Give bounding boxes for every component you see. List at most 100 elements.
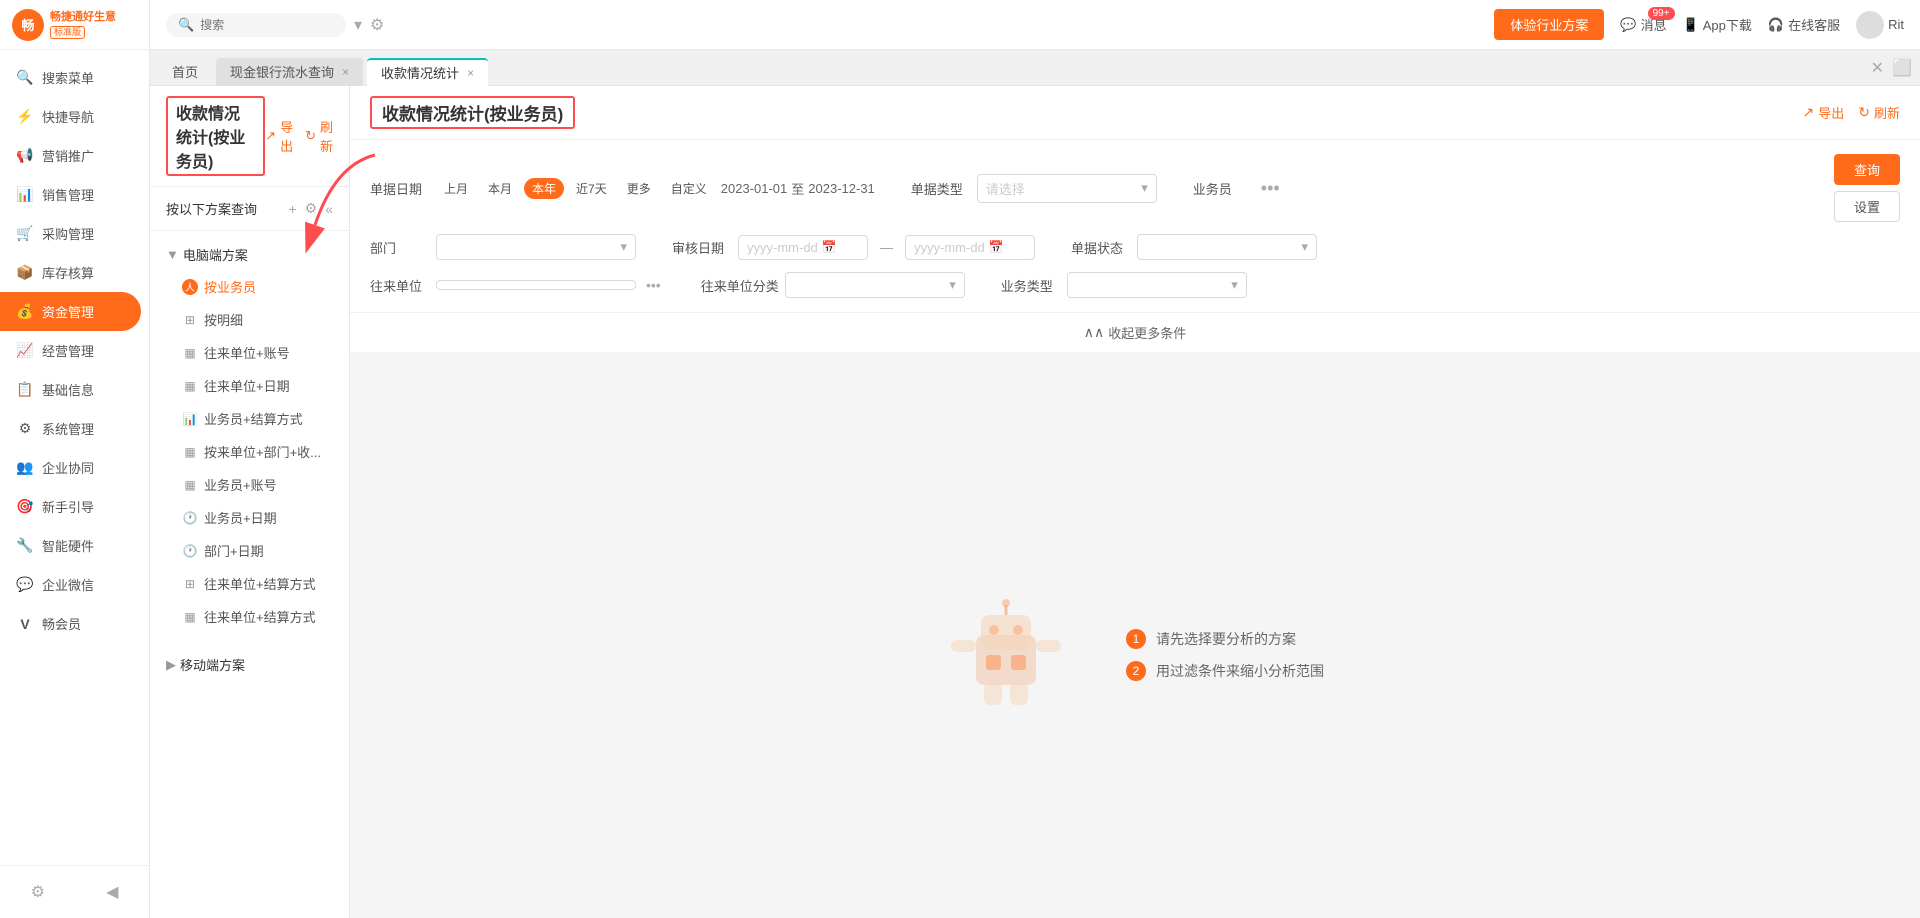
sidebar-item-wechat[interactable]: 💬 企业微信	[0, 565, 149, 604]
app-download-item[interactable]: 📱 App下载	[1683, 15, 1752, 34]
tab-bank-close[interactable]: ×	[342, 65, 349, 79]
biz-type-select[interactable]: ▾	[1067, 272, 1247, 298]
date-tab-this-month[interactable]: 本月	[480, 178, 520, 199]
sidebar-item-marketing[interactable]: 📢 营销推广	[0, 136, 149, 175]
tab-bar: 首页 现金银行流水查询 × 收款情况统计 × ✕ ⬜	[150, 50, 1920, 86]
date-tab-more[interactable]: 更多	[619, 178, 659, 199]
query-btn[interactable]: 查询	[1834, 154, 1900, 185]
scheme-item-dept-date[interactable]: 🕐 部门+日期	[150, 534, 349, 567]
sidebar-item-hardware[interactable]: 🔧 智能硬件	[0, 526, 149, 565]
date-tab-last-month[interactable]: 上月	[436, 178, 476, 199]
promo-btn[interactable]: 体验行业方案	[1494, 9, 1604, 40]
review-date-end[interactable]: yyyy-mm-dd 📅	[905, 235, 1035, 260]
sidebar-item-label: 畅会员	[42, 614, 81, 633]
app-download-label: App下载	[1703, 15, 1752, 34]
panel-header: 按以下方案查询 + ⚙ «	[150, 187, 349, 231]
scheme-item-customer-account[interactable]: ▦ 往来单位+账号	[150, 336, 349, 369]
scheme-item-by-customer-dept[interactable]: ▦ 按来单位+部门+收...	[150, 435, 349, 468]
sidebar-item-purchase[interactable]: 🛒 采购管理	[0, 214, 149, 253]
sidebar-item-inventory[interactable]: 📦 库存核算	[0, 253, 149, 292]
right-page-header: 收款情况统计(按业务员) ↗ 导出 ↻ 刷新	[350, 86, 1920, 140]
scheme-item-salesman-account[interactable]: ▦ 业务员+账号	[150, 468, 349, 501]
scheme-item-customer-settle2[interactable]: ▦ 往来单位+结算方式	[150, 600, 349, 633]
date-tab-7days[interactable]: 近7天	[568, 178, 615, 199]
scheme-settings-icon[interactable]: ⚙	[305, 200, 318, 217]
filter-row-3: 往来单位 ••• 往来单位分类 ▾ 业务类型	[370, 272, 1900, 298]
hardware-icon: 🔧	[16, 537, 34, 555]
date-range: 2023-01-01 至 2023-12-31	[721, 179, 875, 198]
sidebar-item-guide[interactable]: 🎯 新手引导	[0, 487, 149, 526]
scheme-item-by-salesman[interactable]: 人 按业务员	[150, 270, 349, 303]
dept-label: 部门	[370, 238, 430, 257]
record-type-select[interactable]: 请选择 ▾	[977, 174, 1157, 203]
category-dropdown-icon: ▾	[949, 277, 956, 293]
logo-badge: 标准版	[50, 26, 85, 40]
calendar-icon2: 📅	[989, 240, 1004, 254]
clock-icon: 🕐	[182, 510, 198, 526]
sidebar-item-finance[interactable]: 💰 资金管理	[0, 292, 141, 331]
user-item[interactable]: Rit	[1856, 11, 1904, 39]
collapse-panel-icon[interactable]: «	[325, 201, 333, 217]
sidebar-item-search[interactable]: 🔍 搜索菜单	[0, 58, 149, 97]
settings-bottom-icon[interactable]: ⚙	[25, 876, 51, 908]
page-title-highlight: 收款情况统计(按业务员)	[370, 96, 575, 129]
sidebar-bottom: ⚙ ◀	[0, 865, 149, 918]
sidebar-item-shortcut[interactable]: ⚡ 快捷导航	[0, 97, 149, 136]
date-tab-this-year[interactable]: 本年	[524, 178, 564, 199]
date-separator: —	[880, 240, 893, 255]
dept-select[interactable]: ▾	[436, 234, 636, 260]
setting-btn[interactable]: 设置	[1834, 191, 1900, 222]
search-icon: 🔍	[16, 69, 34, 87]
collapse-sidebar-icon[interactable]: ◀	[100, 876, 124, 908]
export-btn[interactable]: ↗ 导出	[265, 117, 293, 155]
table-icon: ▦	[182, 345, 198, 361]
notification-item[interactable]: 💬 消息 99+	[1620, 15, 1666, 34]
scheme-item-salesman-settle[interactable]: 📊 业务员+结算方式	[150, 402, 349, 435]
maximize-icon[interactable]: ⬜	[1892, 58, 1912, 78]
salesman-more-icon[interactable]: •••	[1261, 178, 1280, 199]
vip-icon: V	[16, 615, 34, 633]
mobile-scheme-group-title[interactable]: ▶ 移动端方案	[150, 649, 349, 680]
refresh-icon: ↻	[305, 128, 316, 144]
scheme-item-customer-date[interactable]: ▦ 往来单位+日期	[150, 369, 349, 402]
online-service-item[interactable]: 🎧 在线客服	[1768, 15, 1840, 34]
close-all-icon[interactable]: ✕	[1871, 58, 1884, 78]
customer-input[interactable]	[436, 280, 636, 290]
scheme-item-salesman-date[interactable]: 🕐 业务员+日期	[150, 501, 349, 534]
pc-scheme-group-title[interactable]: ▼ 电脑端方案	[150, 239, 349, 270]
sidebar-item-operation[interactable]: 📈 经营管理	[0, 331, 149, 370]
filter-row-2: 部门 ▾ 审核日期 yyyy-mm-dd 📅 —	[370, 234, 1900, 260]
sidebar-item-base[interactable]: 📋 基础信息	[0, 370, 149, 409]
sidebar-item-system[interactable]: ⚙ 系统管理	[0, 409, 149, 448]
review-date-label: 审核日期	[672, 238, 732, 257]
tab-receipt[interactable]: 收款情况统计 ×	[367, 58, 488, 86]
sidebar-item-vip[interactable]: V 畅会员	[0, 604, 149, 643]
export-button[interactable]: ↗ 导出	[1803, 103, 1845, 122]
tab-receipt-close[interactable]: ×	[467, 66, 474, 80]
step-2-num: 2	[1126, 661, 1146, 681]
customer-category-select[interactable]: ▾	[785, 272, 965, 298]
add-scheme-icon[interactable]: +	[288, 201, 296, 217]
customer-filter: 往来单位 •••	[370, 276, 665, 295]
record-status-select[interactable]: ▾	[1137, 234, 1317, 260]
search-box[interactable]: 🔍	[166, 13, 346, 37]
sidebar-item-sales[interactable]: 📊 销售管理	[0, 175, 149, 214]
sidebar-item-label: 库存核算	[42, 263, 94, 282]
topbar-settings-icon[interactable]: ⚙	[370, 15, 384, 35]
customer-more-icon[interactable]: •••	[642, 277, 665, 293]
review-date-start[interactable]: yyyy-mm-dd 📅	[738, 235, 868, 260]
filter-row-1: 单据日期 上月 本月 本年 近7天 更多 自定义 2023-01-01 至	[370, 154, 1900, 222]
step-1: 1 请先选择要分析的方案	[1126, 629, 1324, 649]
search-input[interactable]	[200, 18, 320, 32]
refresh-button[interactable]: ↻ 刷新	[1858, 103, 1900, 122]
tab-home[interactable]: 首页	[158, 58, 212, 86]
topbar-dropdown-icon[interactable]: ▾	[354, 15, 362, 35]
date-tab-custom[interactable]: 自定义	[663, 178, 715, 199]
scheme-item-customer-settle1[interactable]: ⊞ 往来单位+结算方式	[150, 567, 349, 600]
collapse-bar[interactable]: ∧∧ 收起更多条件	[350, 312, 1920, 352]
refresh-btn[interactable]: ↻ 刷新	[305, 117, 333, 155]
sidebar-item-corp[interactable]: 👥 企业协同	[0, 448, 149, 487]
review-date-start-value: yyyy-mm-dd	[747, 240, 818, 255]
tab-bank[interactable]: 现金银行流水查询 ×	[216, 58, 363, 86]
scheme-item-by-detail[interactable]: ⊞ 按明细	[150, 303, 349, 336]
